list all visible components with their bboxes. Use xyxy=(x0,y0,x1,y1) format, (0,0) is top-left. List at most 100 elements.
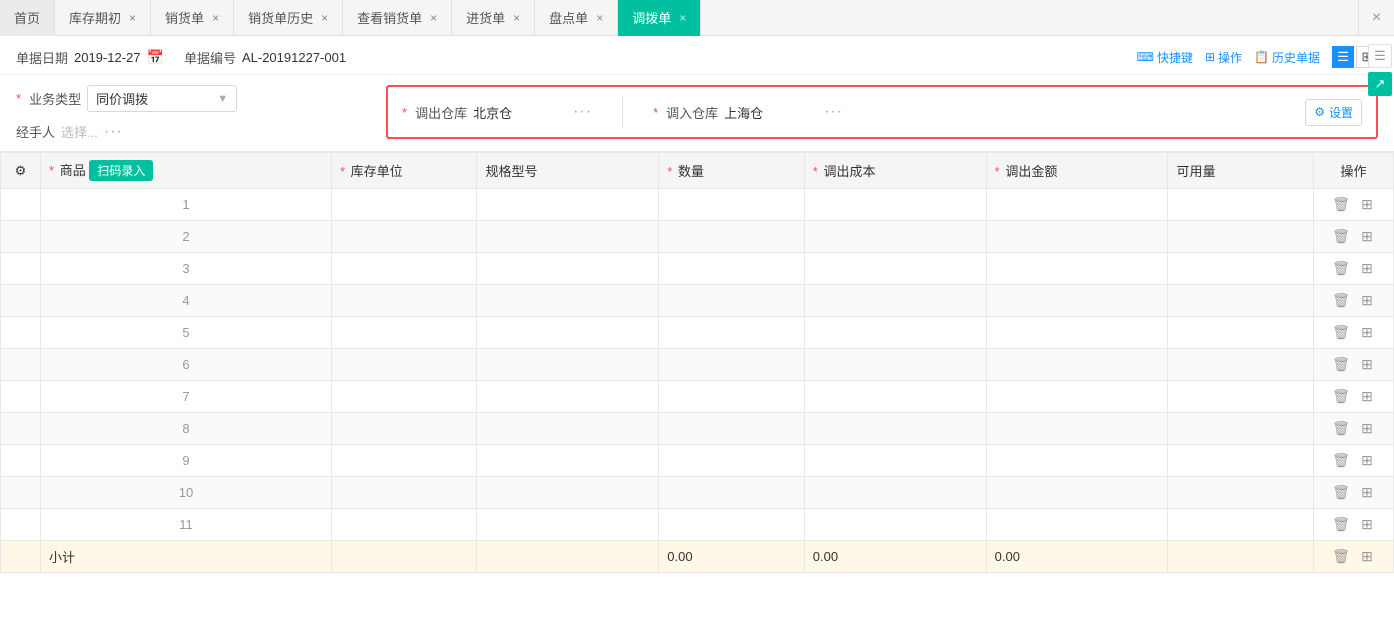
row-available-qty-9[interactable] xyxy=(1168,445,1314,477)
person-placeholder[interactable]: 选择... xyxy=(61,122,98,141)
row-transfer-cost-4[interactable] xyxy=(804,285,986,317)
delete-icon-3[interactable]: 🗑 xyxy=(1331,259,1351,279)
row-transfer-cost-10[interactable] xyxy=(804,477,986,509)
sidebar-export-icon-btn[interactable]: ↗ xyxy=(1368,72,1392,96)
history-btn[interactable]: 📋 历史单据 xyxy=(1254,49,1320,66)
row-transfer-cost-1[interactable] xyxy=(804,189,986,221)
tab-inventory-check[interactable]: 盘点单 × xyxy=(535,0,618,36)
subtotal-copy-icon[interactable]: ⊞ xyxy=(1357,547,1377,567)
row-transfer-amount-7[interactable] xyxy=(986,381,1168,413)
row-available-qty-3[interactable] xyxy=(1168,253,1314,285)
row-available-qty-11[interactable] xyxy=(1168,509,1314,541)
row-unit-3[interactable] xyxy=(331,253,476,285)
row-spec-9[interactable] xyxy=(477,445,659,477)
row-transfer-cost-6[interactable] xyxy=(804,349,986,381)
row-available-qty-10[interactable] xyxy=(1168,477,1314,509)
row-available-qty-8[interactable] xyxy=(1168,413,1314,445)
transfer-out-more-icon[interactable]: ··· xyxy=(573,103,592,121)
delete-icon-5[interactable]: 🗑 xyxy=(1331,323,1351,343)
row-transfer-cost-9[interactable] xyxy=(804,445,986,477)
copy-icon-6[interactable]: ⊞ xyxy=(1357,355,1377,375)
tab-transfer-order[interactable]: 调拨单 × xyxy=(618,0,701,36)
row-transfer-cost-3[interactable] xyxy=(804,253,986,285)
row-transfer-amount-4[interactable] xyxy=(986,285,1168,317)
row-qty-7[interactable] xyxy=(659,381,804,413)
row-qty-4[interactable] xyxy=(659,285,804,317)
row-spec-4[interactable] xyxy=(477,285,659,317)
delete-icon-8[interactable]: 🗑 xyxy=(1331,419,1351,439)
row-transfer-cost-8[interactable] xyxy=(804,413,986,445)
row-transfer-amount-6[interactable] xyxy=(986,349,1168,381)
row-spec-5[interactable] xyxy=(477,317,659,349)
row-spec-11[interactable] xyxy=(477,509,659,541)
row-unit-10[interactable] xyxy=(331,477,476,509)
row-unit-4[interactable] xyxy=(331,285,476,317)
delete-icon-1[interactable]: 🗑 xyxy=(1331,195,1351,215)
row-spec-10[interactable] xyxy=(477,477,659,509)
row-qty-1[interactable] xyxy=(659,189,804,221)
operation-btn[interactable]: ⊞ 操作 xyxy=(1205,49,1242,66)
row-transfer-cost-2[interactable] xyxy=(804,221,986,253)
row-qty-9[interactable] xyxy=(659,445,804,477)
row-unit-8[interactable] xyxy=(331,413,476,445)
row-spec-6[interactable] xyxy=(477,349,659,381)
row-spec-2[interactable] xyxy=(477,221,659,253)
row-transfer-cost-11[interactable] xyxy=(804,509,986,541)
th-gear[interactable]: ⚙ xyxy=(1,153,41,189)
tab-home[interactable]: 首页 xyxy=(0,0,55,36)
row-unit-9[interactable] xyxy=(331,445,476,477)
row-transfer-cost-7[interactable] xyxy=(804,381,986,413)
list-view-btn[interactable]: ☰ xyxy=(1332,46,1354,68)
delete-icon-11[interactable]: 🗑 xyxy=(1331,515,1351,535)
person-more-icon[interactable]: ··· xyxy=(104,123,123,141)
tab-check-sales[interactable]: 查看销货单 × xyxy=(343,0,452,36)
copy-icon-5[interactable]: ⊞ xyxy=(1357,323,1377,343)
row-unit-2[interactable] xyxy=(331,221,476,253)
copy-icon-7[interactable]: ⊞ xyxy=(1357,387,1377,407)
delete-icon-2[interactable]: 🗑 xyxy=(1331,227,1351,247)
row-transfer-amount-1[interactable] xyxy=(986,189,1168,221)
copy-icon-4[interactable]: ⊞ xyxy=(1357,291,1377,311)
tab-sales-history-close[interactable]: × xyxy=(321,11,328,25)
shortcut-btn[interactable]: ⌨ 快捷键 xyxy=(1137,49,1193,66)
row-transfer-amount-9[interactable] xyxy=(986,445,1168,477)
tab-purchase-order-close[interactable]: × xyxy=(513,11,520,25)
scan-button[interactable]: 扫码录入 xyxy=(89,160,153,181)
tab-sales-history[interactable]: 销货单历史 × xyxy=(234,0,343,36)
row-spec-7[interactable] xyxy=(477,381,659,413)
biz-type-select[interactable]: 同价调拨 ▼ xyxy=(87,85,237,112)
tab-inventory-init[interactable]: 库存期初 × xyxy=(55,0,151,36)
row-qty-11[interactable] xyxy=(659,509,804,541)
copy-icon-2[interactable]: ⊞ xyxy=(1357,227,1377,247)
row-available-qty-7[interactable] xyxy=(1168,381,1314,413)
copy-icon-11[interactable]: ⊞ xyxy=(1357,515,1377,535)
copy-icon-9[interactable]: ⊞ xyxy=(1357,451,1377,471)
tab-transfer-order-close[interactable]: × xyxy=(679,11,686,25)
tab-sales-order-close[interactable]: × xyxy=(212,11,219,25)
row-qty-10[interactable] xyxy=(659,477,804,509)
row-unit-7[interactable] xyxy=(331,381,476,413)
row-unit-1[interactable] xyxy=(331,189,476,221)
row-unit-6[interactable] xyxy=(331,349,476,381)
subtotal-delete-icon[interactable]: 🗑 xyxy=(1331,547,1351,567)
row-transfer-cost-5[interactable] xyxy=(804,317,986,349)
row-qty-8[interactable] xyxy=(659,413,804,445)
delete-icon-7[interactable]: 🗑 xyxy=(1331,387,1351,407)
row-unit-11[interactable] xyxy=(331,509,476,541)
copy-icon-10[interactable]: ⊞ xyxy=(1357,483,1377,503)
row-qty-5[interactable] xyxy=(659,317,804,349)
row-unit-5[interactable] xyxy=(331,317,476,349)
tab-inventory-init-close[interactable]: × xyxy=(129,11,136,25)
row-qty-3[interactable] xyxy=(659,253,804,285)
row-available-qty-2[interactable] xyxy=(1168,221,1314,253)
delete-icon-6[interactable]: 🗑 xyxy=(1331,355,1351,375)
row-available-qty-1[interactable] xyxy=(1168,189,1314,221)
delete-icon-9[interactable]: 🗑 xyxy=(1331,451,1351,471)
row-transfer-amount-2[interactable] xyxy=(986,221,1168,253)
row-transfer-amount-3[interactable] xyxy=(986,253,1168,285)
row-spec-1[interactable] xyxy=(477,189,659,221)
transfer-in-more-icon[interactable]: ··· xyxy=(824,103,843,121)
row-transfer-amount-10[interactable] xyxy=(986,477,1168,509)
delete-icon-10[interactable]: 🗑 xyxy=(1331,483,1351,503)
row-transfer-amount-8[interactable] xyxy=(986,413,1168,445)
